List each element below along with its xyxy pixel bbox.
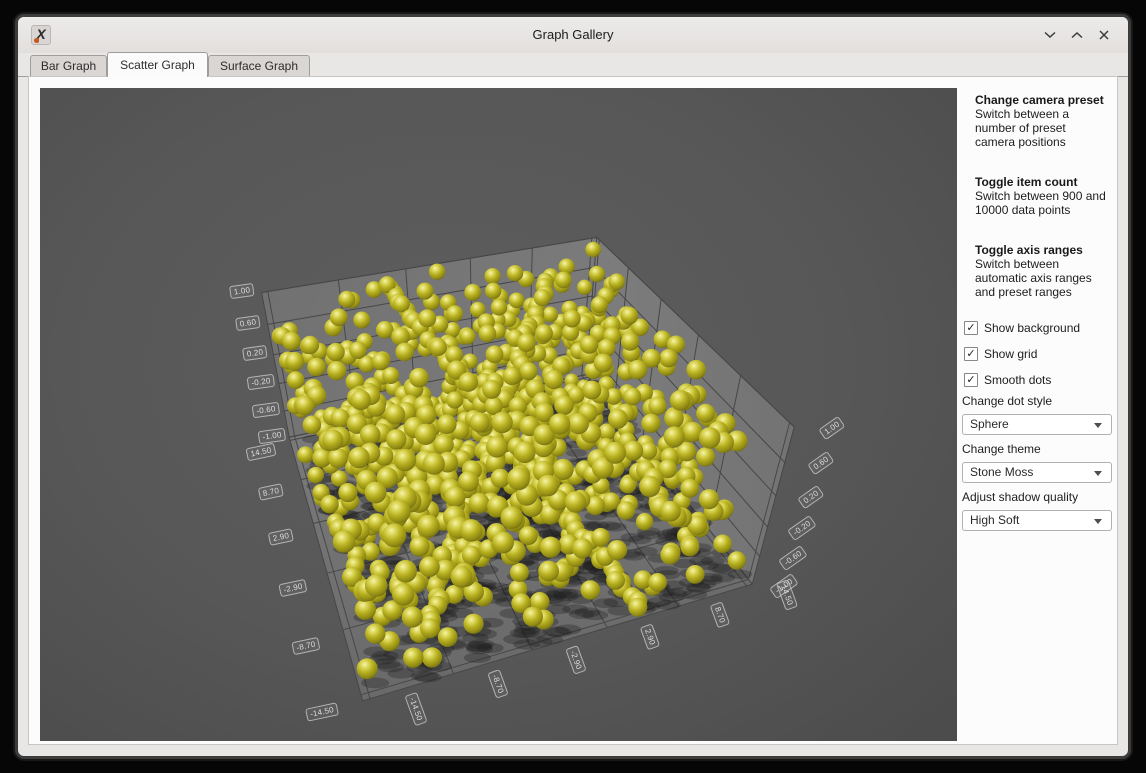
command-button-title: Toggle item count: [975, 175, 1078, 189]
checkbox-label: Smooth dots: [984, 373, 1052, 387]
content-pane: 1.00 0.60 0.20 -0.20 -0.60 -1.00 1.00 0.60 0.20-…: [28, 76, 1118, 745]
window-title: Graph Gallery: [532, 27, 614, 42]
chevron-down-icon: [1094, 423, 1102, 428]
command-button-toggle-item-count[interactable]: Toggle item count Switch between 900 and …: [961, 175, 1107, 217]
checkbox-box[interactable]: ✓: [964, 347, 978, 361]
sidebar: Change camera preset Switch between a num…: [961, 76, 1116, 745]
window-controls: [1040, 17, 1114, 53]
chevron-down-icon: [1094, 519, 1102, 524]
select-label-0: Change dot style: [962, 394, 1053, 408]
checkbox-label: Show grid: [984, 347, 1038, 361]
combobox-adjust-shadow-quality[interactable]: High Soft: [962, 510, 1112, 531]
combobox-change-theme[interactable]: Stone Moss: [962, 462, 1112, 483]
title-bar[interactable]: X Graph Gallery: [18, 17, 1128, 53]
command-button-description: Switch between automatic axis ranges and…: [975, 257, 1092, 299]
scatter-plot-3d[interactable]: 1.00 0.60 0.20 -0.20 -0.60 -1.00 1.00 0.60 0.20-…: [40, 88, 957, 741]
chevron-down-icon: [1044, 31, 1056, 39]
select-label-2: Adjust shadow quality: [962, 490, 1079, 504]
combobox-value: Sphere: [970, 417, 1009, 431]
plot-canvas: [261, 236, 795, 702]
checkbox-show-background[interactable]: ✓ Show background: [964, 320, 1080, 336]
combobox-change-dot-style[interactable]: Sphere: [962, 414, 1112, 435]
chevron-down-icon: [1094, 471, 1102, 476]
combobox-value: High Soft: [970, 513, 1020, 527]
select-label-1: Change theme: [962, 442, 1041, 456]
command-button-title: Toggle axis ranges: [975, 243, 1083, 257]
tab-bar-graph[interactable]: Bar Graph: [30, 55, 107, 77]
close-button[interactable]: [1094, 25, 1114, 45]
tab-bar: Bar Graph Scatter Graph Surface Graph: [18, 52, 1128, 77]
command-button-description: Switch between a number of preset camera…: [975, 107, 1070, 149]
combobox-value: Stone Moss: [970, 465, 1034, 479]
command-button-description: Switch between 900 and 10000 data points: [975, 189, 1106, 217]
command-button-toggle-axis-ranges[interactable]: Toggle axis ranges Switch between automat…: [961, 243, 1107, 299]
tab-scatter-graph[interactable]: Scatter Graph: [107, 52, 208, 77]
checkbox-box[interactable]: ✓: [964, 321, 978, 335]
command-button-title: Change camera preset: [975, 93, 1104, 107]
tab-surface-graph[interactable]: Surface Graph: [208, 55, 310, 77]
checkbox-smooth-dots[interactable]: ✓ Smooth dots: [964, 372, 1051, 388]
close-icon: [1099, 30, 1109, 40]
minimize-button[interactable]: [1040, 25, 1060, 45]
checkbox-show-grid[interactable]: ✓ Show grid: [964, 346, 1037, 362]
checkbox-label: Show background: [984, 321, 1081, 335]
command-button-change-camera-preset[interactable]: Change camera preset Switch between a num…: [961, 93, 1107, 149]
checkbox-box[interactable]: ✓: [964, 373, 978, 387]
chevron-up-icon: [1071, 31, 1083, 39]
app-window: X Graph Gallery Bar Graph Scatter Graph Su…: [15, 14, 1131, 759]
maximize-button[interactable]: [1067, 25, 1087, 45]
